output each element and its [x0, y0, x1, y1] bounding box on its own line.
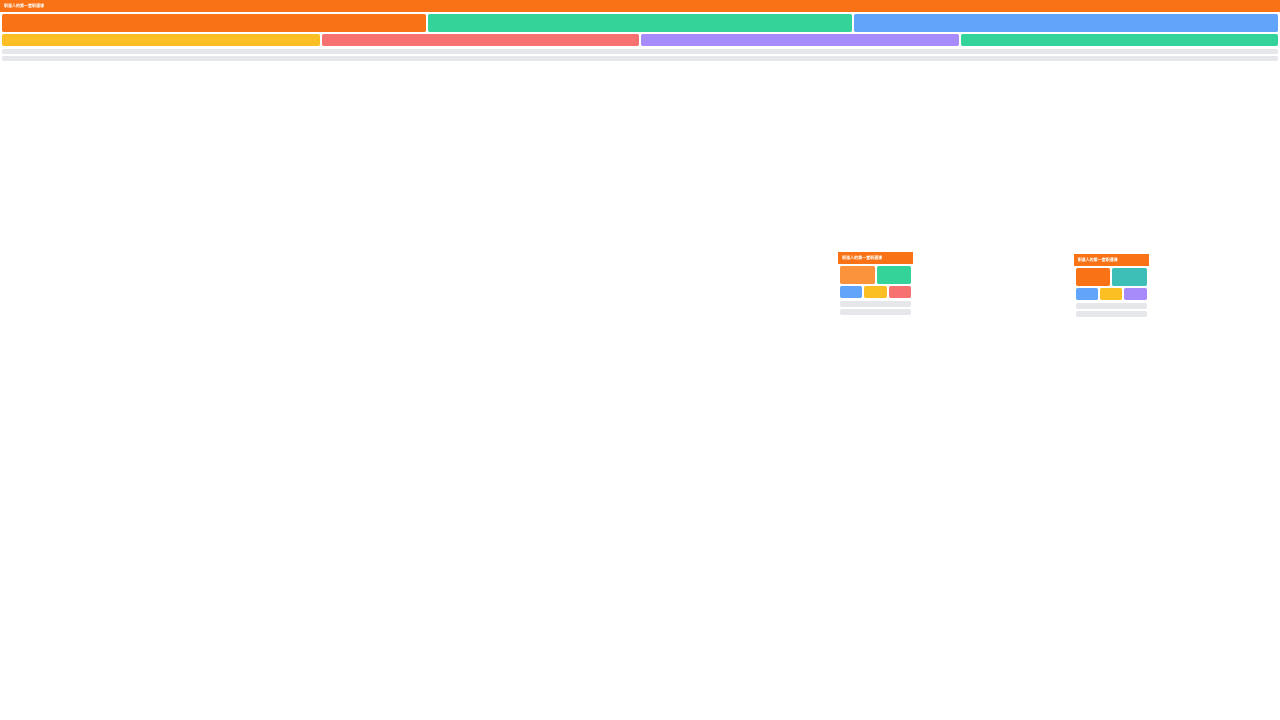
card-pad: 职道人的第一堂职通课	[531, 223, 749, 481]
cards-row: 职道人的第一堂职通课	[60, 223, 1220, 481]
main-content: 网校支持PC、APP、PAD、小程序、H5，实现多端打通，产品各终端自由切换，数…	[0, 99, 1280, 501]
phone-device-h5: 职道人的第一堂职通课	[1074, 254, 1149, 402]
tablet-device: 职道人的第一堂职通课	[580, 262, 700, 389]
card-pad-image: 职道人的第一堂职通课	[531, 223, 749, 423]
phone-device-mini: 职道人的第一堂职通课	[838, 252, 913, 400]
